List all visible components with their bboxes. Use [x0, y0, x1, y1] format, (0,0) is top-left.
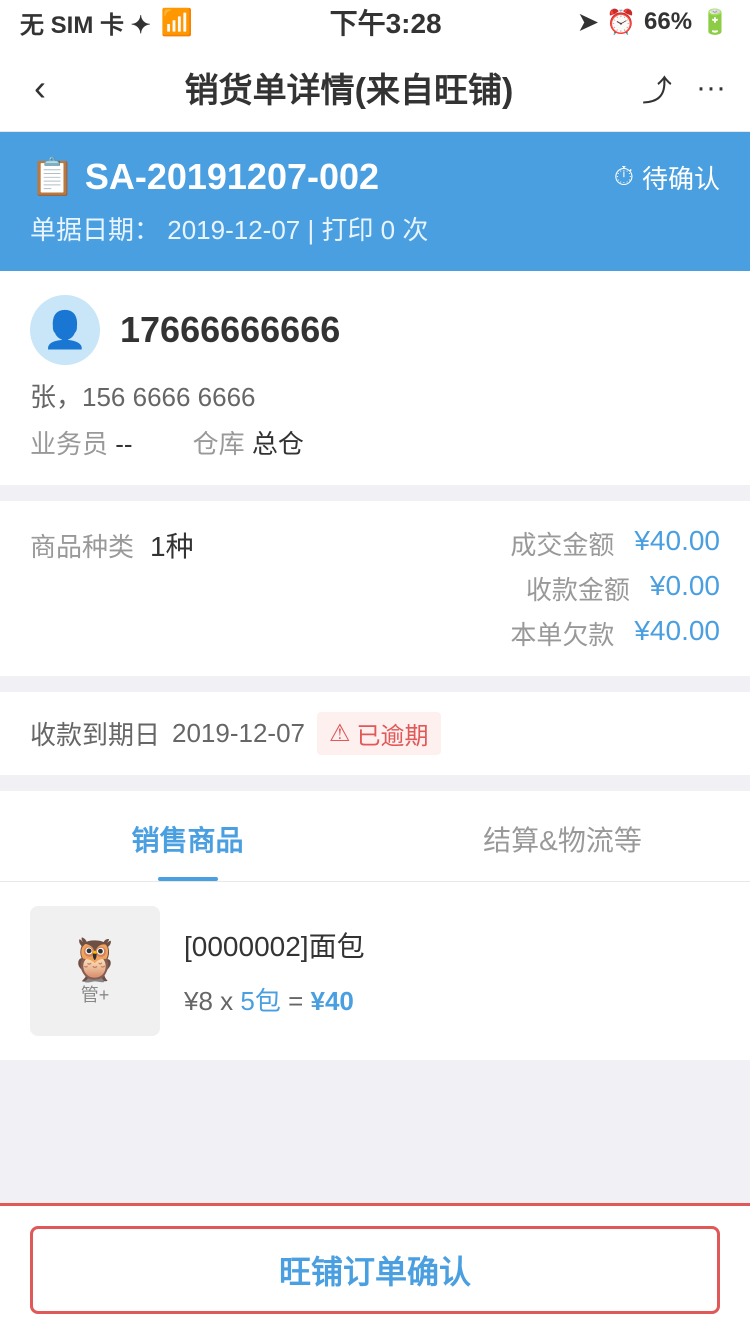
product-price: ¥8 x 5包 = ¥40	[184, 981, 720, 1018]
due-date-card: 收款到期日 2019-12-07 ⚠ 已逾期	[0, 692, 750, 775]
product-total: ¥40	[311, 986, 354, 1016]
order-status: ⏱ 待确认	[614, 159, 720, 196]
back-button[interactable]: ‹	[24, 57, 56, 119]
location-icon: ➤	[578, 8, 598, 37]
amount-row-2: 本单欠款 ¥40.00	[510, 615, 720, 652]
battery-label: 66%	[644, 8, 692, 36]
product-name: [0000002]面包	[184, 925, 720, 965]
product-type-value: 1种	[150, 525, 194, 565]
order-id: 📋 SA-20191207-002	[30, 156, 379, 198]
overdue-badge: ⚠ 已逾期	[317, 712, 441, 755]
alarm-icon: ⏰	[606, 8, 636, 37]
avatar-icon: 👤	[43, 309, 88, 351]
price-per-unit: ¥8	[184, 986, 213, 1016]
product-thumbnail: 🦉 管+	[30, 906, 160, 1036]
amount-value-2: ¥40.00	[634, 615, 720, 652]
print-info: | 打印 0 次	[307, 215, 428, 245]
status-left: 无 SIM 卡 ✦ 📶	[20, 5, 193, 40]
status-bar: 无 SIM 卡 ✦ 📶 下午3:28 ➤ ⏰ 66% 🔋	[0, 0, 750, 44]
status-text: 待确认	[642, 159, 720, 196]
amount-row-1: 收款金额 ¥0.00	[526, 570, 720, 607]
order-id-icon: 📋	[30, 156, 75, 198]
nav-bar: ‹ 销货单详情(来自旺铺) ⤴ ···	[0, 44, 750, 132]
due-date-label: 收款到期日	[30, 715, 160, 752]
amount-value-1: ¥0.00	[650, 570, 720, 607]
warehouse-val: 总仓	[252, 429, 304, 459]
overdue-text: 已逾期	[357, 716, 429, 751]
product-info: [0000002]面包 ¥8 x 5包 = ¥40	[184, 925, 720, 1018]
sim-label: 无 SIM 卡 ✦	[20, 5, 151, 40]
multiply-sign: x	[220, 986, 240, 1016]
order-header: 📋 SA-20191207-002 ⏱ 待确认 单据日期： 2019-12-07…	[0, 132, 750, 271]
equals-sign: =	[288, 986, 310, 1016]
order-date: 单据日期： 2019-12-07 | 打印 0 次	[30, 210, 720, 247]
customer-phone: 17666666666	[120, 309, 340, 351]
product-brand: 管+	[69, 985, 121, 1007]
date-label: 单据日期：	[30, 215, 160, 245]
due-date-value: 2019-12-07	[172, 718, 305, 749]
tabs-container: 销售商品 结算&物流等	[0, 791, 750, 882]
sales-meta: 业务员 --	[30, 424, 133, 461]
date-value: 2019-12-07	[167, 215, 300, 245]
content-area: 🦉 管+ [0000002]面包 ¥8 x 5包 = ¥40	[0, 882, 750, 1200]
amount-label-0: 成交金额	[510, 525, 614, 562]
bottom-bar: 旺铺订单确认	[0, 1203, 750, 1334]
amount-label-2: 本单欠款	[510, 615, 614, 652]
status-right: ➤ ⏰ 66% 🔋	[578, 8, 730, 37]
order-header-row1: 📋 SA-20191207-002 ⏱ 待确认	[30, 156, 720, 198]
amount-value-0: ¥40.00	[634, 525, 720, 562]
customer-card: 👤 17666666666 张，156 6666 6666 业务员 -- 仓库 …	[0, 271, 750, 485]
nav-actions: ⤴ ···	[642, 66, 726, 110]
product-type-label: 商品种类	[30, 527, 134, 564]
sales-label: 业务员	[30, 429, 108, 459]
tab-sales-label: 销售商品	[131, 825, 243, 856]
share-icon[interactable]: ⤴	[642, 66, 672, 110]
order-id-text: SA-20191207-002	[85, 156, 379, 198]
summary-row: 商品种类 1种 成交金额 ¥40.00 收款金额 ¥0.00 本单欠款 ¥40.…	[30, 525, 720, 652]
warehouse-meta: 仓库 总仓	[193, 424, 304, 461]
tab-sales[interactable]: 销售商品	[0, 791, 375, 881]
customer-row: 👤 17666666666	[30, 295, 720, 365]
tab-settlement[interactable]: 结算&物流等	[375, 791, 750, 881]
customer-meta: 业务员 -- 仓库 总仓	[30, 424, 720, 461]
amount-label-1: 收款金额	[526, 570, 630, 607]
overdue-icon: ⚠	[329, 719, 351, 748]
sales-val: --	[115, 429, 132, 459]
product-item: 🦉 管+ [0000002]面包 ¥8 x 5包 = ¥40	[0, 882, 750, 1060]
amounts: 成交金额 ¥40.00 收款金额 ¥0.00 本单欠款 ¥40.00	[510, 525, 720, 652]
customer-name: 张，156 6666 6666	[30, 377, 720, 414]
quantity: 5包	[240, 986, 280, 1016]
avatar: 👤	[30, 295, 100, 365]
confirm-order-button[interactable]: 旺铺订单确认	[30, 1226, 720, 1314]
wifi-icon: 📶	[161, 7, 193, 38]
more-icon[interactable]: ···	[696, 71, 726, 105]
status-time: 下午3:28	[330, 2, 442, 42]
battery-icon: 🔋	[700, 8, 730, 37]
status-clock-icon: ⏱	[614, 161, 634, 193]
product-type: 商品种类 1种	[30, 525, 194, 565]
amount-row-0: 成交金额 ¥40.00	[510, 525, 720, 562]
tab-settlement-label: 结算&物流等	[483, 825, 642, 856]
summary-card: 商品种类 1种 成交金额 ¥40.00 收款金额 ¥0.00 本单欠款 ¥40.…	[0, 501, 750, 676]
page-title: 销货单详情(来自旺铺)	[185, 63, 514, 112]
warehouse-label: 仓库	[193, 429, 245, 459]
